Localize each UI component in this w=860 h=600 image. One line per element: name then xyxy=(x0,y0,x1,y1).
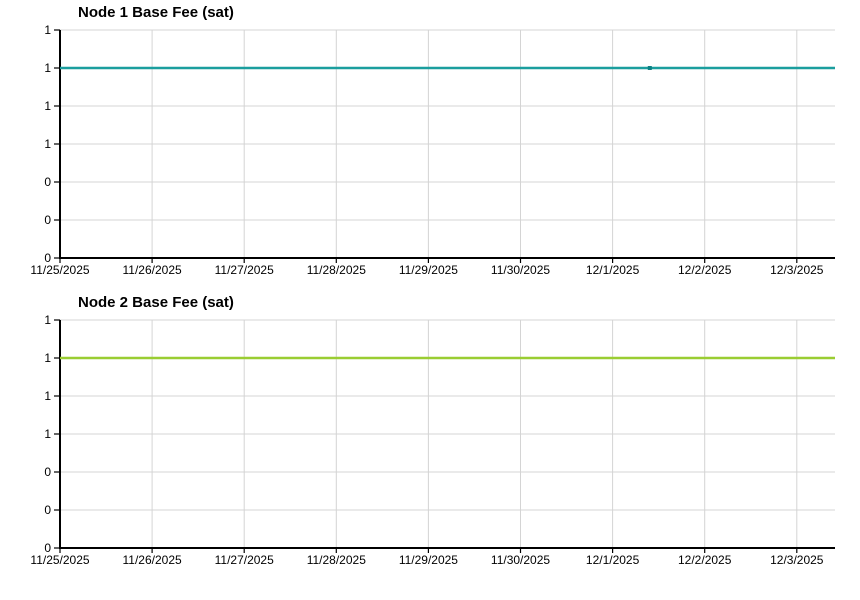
x-axis-tick-label: 11/27/2025 xyxy=(215,553,274,567)
chart-node2-base-fee: Node 2 Base Fee (sat) 1 1 1 1 0 0 0 11/25/2025 11… xyxy=(0,290,860,580)
x-axis-tick-label: 11/25/2025 xyxy=(30,263,89,277)
x-axis-tick-label: 12/3/2025 xyxy=(770,263,824,277)
y-axis-tick-label: 1 xyxy=(44,61,51,75)
x-axis-tick-label: 12/1/2025 xyxy=(586,263,640,277)
x-axis-tick-label: 11/26/2025 xyxy=(123,263,182,277)
y-axis-tick-label: 1 xyxy=(44,313,51,327)
x-axis-tick-label: 11/29/2025 xyxy=(399,263,458,277)
y-axis-tick-label: 1 xyxy=(44,389,51,403)
report-canvas: Node 1 Base Fee (sat) 1 1 1 1 0 0 0 11/25/2025 11… xyxy=(0,0,860,600)
x-axis-tick-label: 11/25/2025 xyxy=(30,553,89,567)
x-axis-tick-label: 11/29/2025 xyxy=(399,553,458,567)
y-axis-tick-label: 1 xyxy=(44,351,51,365)
y-axis-tick-label: 1 xyxy=(44,99,51,113)
y-axis-tick-label: 1 xyxy=(44,137,51,151)
y-axis-tick-label: 0 xyxy=(44,503,51,517)
x-axis-tick-label: 11/26/2025 xyxy=(123,553,182,567)
x-axis-tick-label: 12/2/2025 xyxy=(678,553,732,567)
chart-node1-base-fee: Node 1 Base Fee (sat) 1 1 1 1 0 0 0 11/25/2025 11… xyxy=(0,0,860,290)
plot-area: 111100011/25/2025 11/26/2025 11/27/2025 11/… xyxy=(30,23,835,277)
x-axis-tick-label: 12/2/2025 xyxy=(678,263,732,277)
x-axis-tick-label: 12/3/2025 xyxy=(770,553,824,567)
x-axis-tick-label: 11/28/2025 xyxy=(307,263,366,277)
y-axis-tick-label: 0 xyxy=(44,465,51,479)
x-axis-tick-label: 12/1/2025 xyxy=(586,553,640,567)
y-axis-tick-label: 1 xyxy=(44,427,51,441)
plot-area: 111100011/25/2025 11/26/2025 11/27/2025 11/… xyxy=(30,313,835,567)
x-axis-tick-label: 11/27/2025 xyxy=(215,263,274,277)
x-axis-tick-label: 11/30/2025 xyxy=(491,553,550,567)
y-axis-tick-label: 0 xyxy=(44,213,51,227)
data-point-marker xyxy=(647,66,652,70)
y-axis-tick-label: 1 xyxy=(44,23,51,37)
x-axis-tick-label: 11/28/2025 xyxy=(307,553,366,567)
y-axis-tick-label: 0 xyxy=(44,175,51,189)
x-axis-tick-label: 11/30/2025 xyxy=(491,263,550,277)
